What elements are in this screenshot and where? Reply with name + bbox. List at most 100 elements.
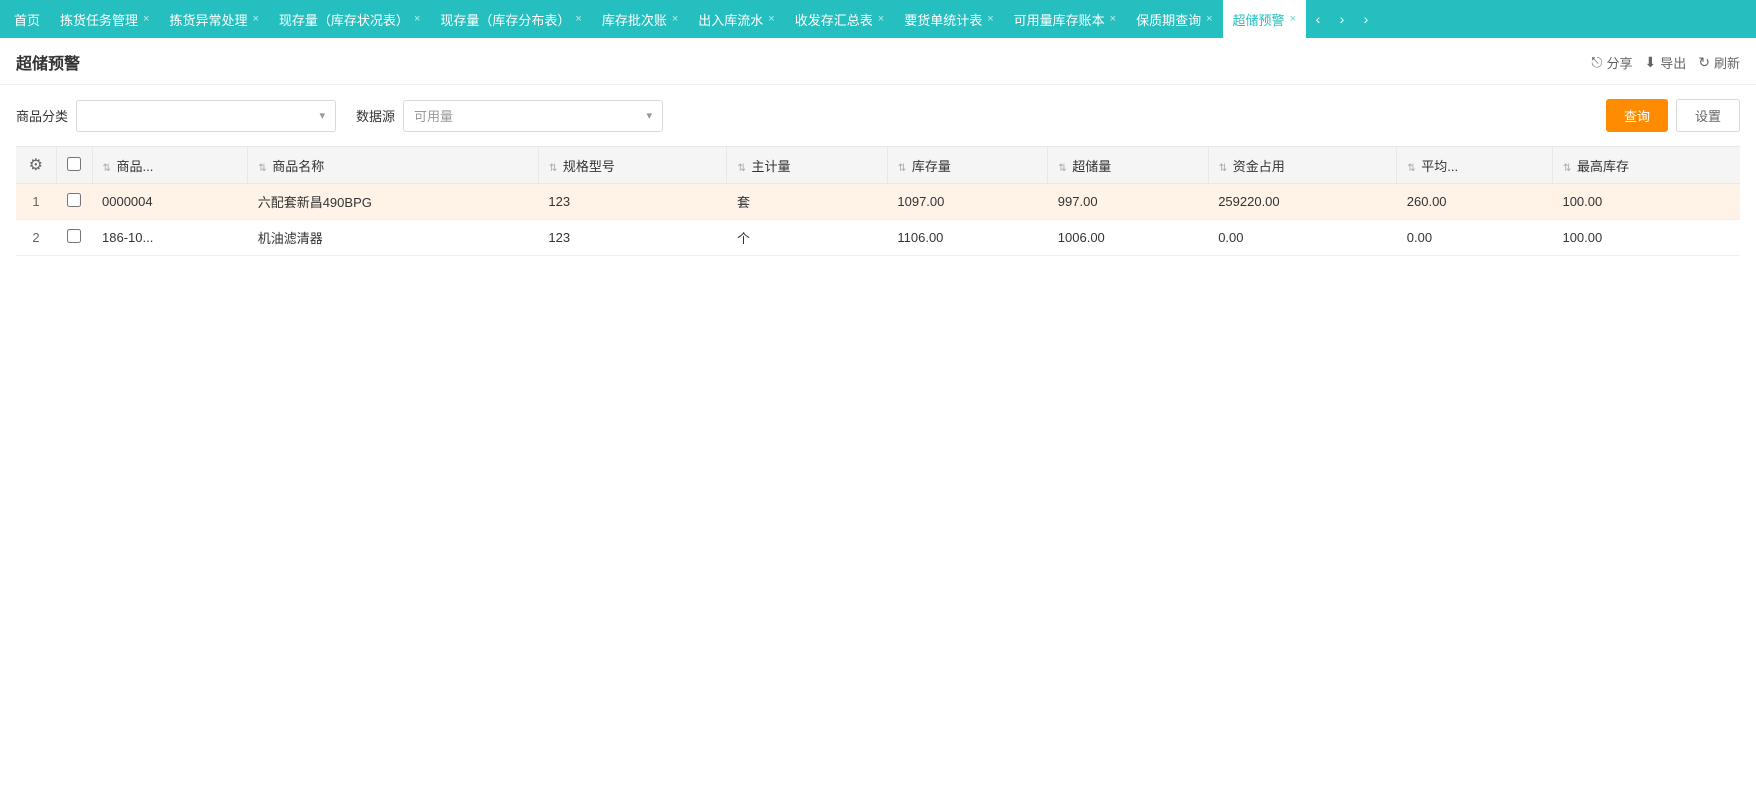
top-nav: 首页 拣货任务管理 × 拣货异常处理 × 现存量（库存状况表） × 现存量（库存… xyxy=(0,0,1756,38)
table-body: 1 0000004 六配套新昌490BPG 123 套 1097.00 997.… xyxy=(16,184,1740,256)
nav-stock-status[interactable]: 现存量（库存状况表） × xyxy=(269,0,430,38)
row-max-stock-1: 100.00 xyxy=(1552,184,1740,220)
row-spec-1: 123 xyxy=(538,184,727,220)
nav-home[interactable]: 首页 xyxy=(4,0,50,38)
row-unit-1: 套 xyxy=(727,184,887,220)
th-product-code[interactable]: ⇅ 商品... xyxy=(92,147,248,184)
nav-stock-dist[interactable]: 现存量（库存分布表） × xyxy=(430,0,591,38)
category-select[interactable]: ▾ xyxy=(76,100,336,132)
nav-exception[interactable]: 拣货异常处理 × xyxy=(159,0,268,38)
row-product-name-1: 六配套新昌490BPG xyxy=(248,184,539,220)
row-max-stock-2: 100.00 xyxy=(1552,220,1740,256)
datasource-select-text: 可用量 xyxy=(414,106,453,125)
close-batch-account[interactable]: × xyxy=(672,13,678,25)
settings-button[interactable]: 设置 xyxy=(1676,99,1740,132)
category-filter-group: 商品分类 ▾ xyxy=(16,100,336,132)
nav-quality-check[interactable]: 保质期查询 × xyxy=(1126,0,1222,38)
sort-icon-capital-used: ⇅ xyxy=(1219,163,1227,174)
close-task-mgmt[interactable]: × xyxy=(143,13,149,25)
filter-buttons: 查询 设置 xyxy=(1606,99,1740,132)
row-spec-2: 123 xyxy=(538,220,727,256)
row-over-stock-2: 1006.00 xyxy=(1048,220,1208,256)
close-avail-account[interactable]: × xyxy=(1110,13,1116,25)
datasource-select[interactable]: 可用量 ▾ xyxy=(403,100,663,132)
th-spec[interactable]: ⇅ 规格型号 xyxy=(538,147,727,184)
export-button[interactable]: ⬇ 导出 xyxy=(1645,53,1687,72)
close-quality-check[interactable]: × xyxy=(1206,13,1212,25)
th-over-stock[interactable]: ⇅ 超储量 xyxy=(1048,147,1208,184)
sort-icon-product-name: ⇅ xyxy=(258,163,266,174)
export-icon: ⬇ xyxy=(1645,54,1657,71)
nav-receive-send[interactable]: 收发存汇总表 × xyxy=(785,0,894,38)
row-over-stock-1: 997.00 xyxy=(1048,184,1208,220)
page-container: 超储预警 ⎋ 分享 ⬇ 导出 ↻ 刷新 商品分类 ▾ 数据源 xyxy=(0,38,1756,800)
close-receive-send[interactable]: × xyxy=(878,13,884,25)
nav-batch-account[interactable]: 库存批次账 × xyxy=(592,0,688,38)
row-stock-2: 1106.00 xyxy=(887,220,1047,256)
row-unit-2: 个 xyxy=(727,220,887,256)
th-checkbox xyxy=(56,147,92,184)
page-header: 超储预警 ⎋ 分享 ⬇ 导出 ↻ 刷新 xyxy=(0,38,1756,85)
nav-next-arrow[interactable]: › xyxy=(1330,0,1354,38)
nav-avail-account[interactable]: 可用量库存账本 × xyxy=(1004,0,1126,38)
nav-overstock-warn[interactable]: 超储预警 × xyxy=(1223,0,1306,38)
column-settings-icon[interactable]: ⚙ xyxy=(29,155,43,175)
nav-prev-arrow[interactable]: ‹ xyxy=(1306,0,1330,38)
query-button[interactable]: 查询 xyxy=(1606,99,1668,132)
close-stock-status[interactable]: × xyxy=(414,13,420,25)
th-unit[interactable]: ⇅ 主计量 xyxy=(727,147,887,184)
row-avg-1: 260.00 xyxy=(1397,184,1553,220)
th-stock[interactable]: ⇅ 库存量 xyxy=(887,147,1047,184)
th-product-name[interactable]: ⇅ 商品名称 xyxy=(248,147,539,184)
nav-more-arrow[interactable]: › xyxy=(1354,0,1378,38)
table-row[interactable]: 2 186-10... 机油滤清器 123 个 1106.00 1006.00 … xyxy=(16,220,1740,256)
row-capital-used-2: 0.00 xyxy=(1208,220,1397,256)
row-avg-2: 0.00 xyxy=(1397,220,1553,256)
sort-icon-max-stock: ⇅ xyxy=(1563,163,1571,174)
row-select-checkbox-2[interactable] xyxy=(67,229,81,243)
page-actions: ⎋ 分享 ⬇ 导出 ↻ 刷新 xyxy=(1591,53,1740,72)
close-exception[interactable]: × xyxy=(252,13,258,25)
close-order-stats[interactable]: × xyxy=(987,13,993,25)
nav-task-mgmt[interactable]: 拣货任务管理 × xyxy=(50,0,159,38)
th-avg[interactable]: ⇅ 平均... xyxy=(1397,147,1553,184)
sort-icon-product-code: ⇅ xyxy=(103,163,111,174)
th-capital-used[interactable]: ⇅ 资金占用 xyxy=(1208,147,1397,184)
datasource-select-arrow: ▾ xyxy=(647,109,653,122)
sort-icon-stock: ⇅ xyxy=(898,163,906,174)
table-container: ⚙ ⇅ 商品... ⇅ 商品名称 ⇅ 规格型号 xyxy=(0,146,1756,256)
sort-icon-over-stock: ⇅ xyxy=(1058,163,1066,174)
data-table: ⚙ ⇅ 商品... ⇅ 商品名称 ⇅ 规格型号 xyxy=(16,146,1740,256)
sort-icon-unit: ⇅ xyxy=(737,163,745,174)
refresh-icon: ↻ xyxy=(1698,54,1710,71)
row-checkbox-1[interactable] xyxy=(56,184,92,220)
sort-icon-avg: ⇅ xyxy=(1407,163,1415,174)
row-num-1: 1 xyxy=(16,184,56,220)
category-select-arrow: ▾ xyxy=(319,109,325,122)
nav-order-stats[interactable]: 要货单统计表 × xyxy=(894,0,1003,38)
nav-inout-flow[interactable]: 出入库流水 × xyxy=(688,0,784,38)
filter-area: 商品分类 ▾ 数据源 可用量 ▾ 查询 设置 xyxy=(0,85,1756,146)
close-stock-dist[interactable]: × xyxy=(575,13,581,25)
close-overstock-warn[interactable]: × xyxy=(1290,13,1296,25)
datasource-label: 数据源 xyxy=(356,106,395,125)
row-product-code-1: 0000004 xyxy=(92,184,248,220)
row-checkbox-2[interactable] xyxy=(56,220,92,256)
th-max-stock[interactable]: ⇅ 最高库存 xyxy=(1552,147,1740,184)
row-select-checkbox-1[interactable] xyxy=(67,193,81,207)
page-title: 超储预警 xyxy=(16,50,80,74)
row-product-code-2: 186-10... xyxy=(92,220,248,256)
th-settings: ⚙ xyxy=(16,147,56,184)
datasource-filter-group: 数据源 可用量 ▾ xyxy=(356,100,663,132)
row-num-2: 2 xyxy=(16,220,56,256)
select-all-checkbox[interactable] xyxy=(67,157,81,171)
category-label: 商品分类 xyxy=(16,106,68,125)
close-inout-flow[interactable]: × xyxy=(768,13,774,25)
share-button[interactable]: ⎋ 分享 xyxy=(1591,53,1632,72)
row-capital-used-1: 259220.00 xyxy=(1208,184,1397,220)
row-stock-1: 1097.00 xyxy=(887,184,1047,220)
row-product-name-2: 机油滤清器 xyxy=(248,220,539,256)
share-icon: ⎋ xyxy=(1591,54,1602,71)
refresh-button[interactable]: ↻ 刷新 xyxy=(1698,53,1740,72)
table-row[interactable]: 1 0000004 六配套新昌490BPG 123 套 1097.00 997.… xyxy=(16,184,1740,220)
